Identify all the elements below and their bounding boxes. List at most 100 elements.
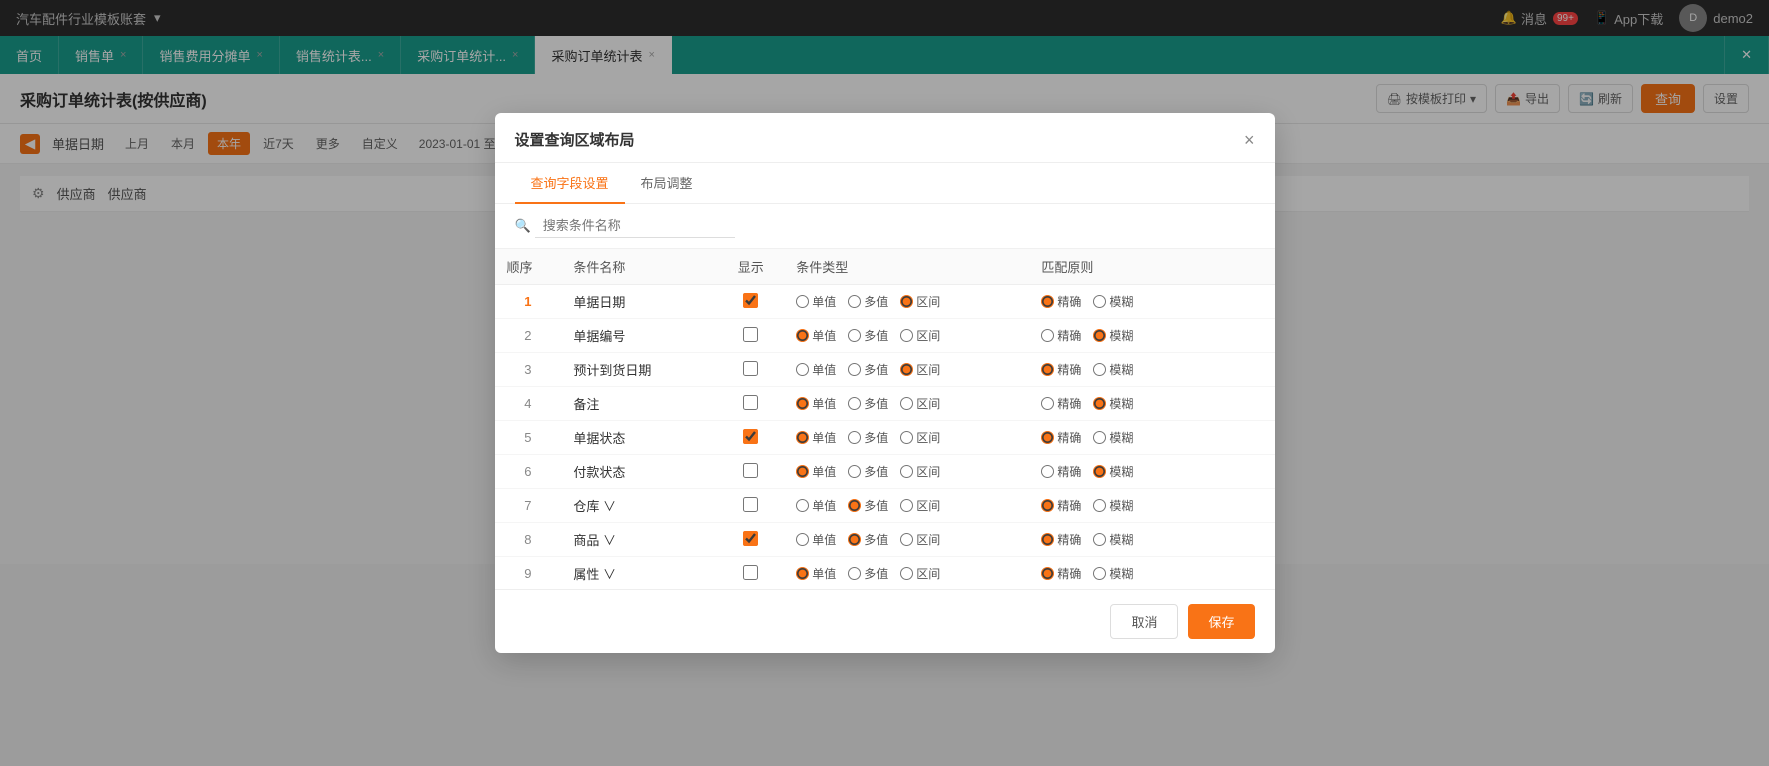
cell-show[interactable] bbox=[717, 421, 784, 455]
match-radio-item[interactable]: 模糊 bbox=[1093, 531, 1133, 548]
match-radio[interactable] bbox=[1041, 465, 1054, 478]
match-radio-item[interactable]: 模糊 bbox=[1093, 565, 1133, 582]
match-radio[interactable] bbox=[1093, 295, 1106, 308]
match-radio[interactable] bbox=[1093, 567, 1106, 580]
match-radio[interactable] bbox=[1041, 329, 1054, 342]
match-radio[interactable] bbox=[1041, 363, 1054, 376]
match-radio[interactable] bbox=[1093, 465, 1106, 478]
show-checkbox[interactable] bbox=[743, 463, 758, 478]
type-radio[interactable] bbox=[848, 465, 861, 478]
cell-show[interactable] bbox=[717, 285, 784, 319]
type-radio[interactable] bbox=[796, 363, 809, 376]
cell-show[interactable] bbox=[717, 489, 784, 523]
match-radio-item[interactable]: 模糊 bbox=[1093, 293, 1133, 310]
match-radio-item[interactable]: 精确 bbox=[1041, 429, 1081, 446]
match-radio[interactable] bbox=[1093, 533, 1106, 546]
type-radio-item[interactable]: 多值 bbox=[848, 361, 888, 378]
type-radio-item[interactable]: 区间 bbox=[900, 531, 940, 548]
type-radio-item[interactable]: 区间 bbox=[900, 293, 940, 310]
match-radio-item[interactable]: 模糊 bbox=[1093, 463, 1133, 480]
match-radio[interactable] bbox=[1093, 363, 1106, 376]
match-radio-item[interactable]: 精确 bbox=[1041, 361, 1081, 378]
type-radio-item[interactable]: 多值 bbox=[848, 327, 888, 344]
match-radio-item[interactable]: 模糊 bbox=[1093, 429, 1133, 446]
type-radio-item[interactable]: 区间 bbox=[900, 395, 940, 412]
match-radio-item[interactable]: 精确 bbox=[1041, 565, 1081, 582]
type-radio-item[interactable]: 单值 bbox=[796, 497, 836, 514]
type-radio-item[interactable]: 单值 bbox=[796, 565, 836, 582]
cell-show[interactable] bbox=[717, 557, 784, 590]
type-radio-item[interactable]: 单值 bbox=[796, 463, 836, 480]
match-radio[interactable] bbox=[1041, 567, 1054, 580]
type-radio[interactable] bbox=[848, 397, 861, 410]
match-radio-item[interactable]: 精确 bbox=[1041, 293, 1081, 310]
match-radio-item[interactable]: 模糊 bbox=[1093, 497, 1133, 514]
match-radio-item[interactable]: 精确 bbox=[1041, 463, 1081, 480]
match-radio-item[interactable]: 模糊 bbox=[1093, 361, 1133, 378]
match-radio[interactable] bbox=[1041, 397, 1054, 410]
type-radio[interactable] bbox=[900, 465, 913, 478]
type-radio-item[interactable]: 单值 bbox=[796, 327, 836, 344]
type-radio-item[interactable]: 单值 bbox=[796, 395, 836, 412]
type-radio[interactable] bbox=[848, 329, 861, 342]
type-radio[interactable] bbox=[900, 363, 913, 376]
show-checkbox[interactable] bbox=[743, 327, 758, 342]
type-radio-item[interactable]: 多值 bbox=[848, 463, 888, 480]
show-checkbox[interactable] bbox=[743, 293, 758, 308]
match-radio-item[interactable]: 模糊 bbox=[1093, 395, 1133, 412]
match-radio[interactable] bbox=[1041, 533, 1054, 546]
type-radio-item[interactable]: 多值 bbox=[848, 565, 888, 582]
match-radio-item[interactable]: 精确 bbox=[1041, 327, 1081, 344]
match-radio[interactable] bbox=[1041, 499, 1054, 512]
show-checkbox[interactable] bbox=[743, 395, 758, 410]
type-radio-item[interactable]: 多值 bbox=[848, 293, 888, 310]
cell-show[interactable] bbox=[717, 387, 784, 421]
type-radio-item[interactable]: 区间 bbox=[900, 565, 940, 582]
match-radio-item[interactable]: 精确 bbox=[1041, 531, 1081, 548]
show-checkbox[interactable] bbox=[743, 497, 758, 512]
match-radio-item[interactable]: 精确 bbox=[1041, 395, 1081, 412]
type-radio-item[interactable]: 多值 bbox=[848, 497, 888, 514]
type-radio[interactable] bbox=[900, 499, 913, 512]
type-radio-item[interactable]: 单值 bbox=[796, 531, 836, 548]
type-radio[interactable] bbox=[796, 295, 809, 308]
type-radio-item[interactable]: 单值 bbox=[796, 361, 836, 378]
type-radio[interactable] bbox=[796, 431, 809, 444]
search-conditions-input[interactable] bbox=[535, 214, 735, 238]
type-radio[interactable] bbox=[848, 567, 861, 580]
cell-show[interactable] bbox=[717, 455, 784, 489]
type-radio-item[interactable]: 区间 bbox=[900, 463, 940, 480]
type-radio[interactable] bbox=[900, 533, 913, 546]
match-radio-item[interactable]: 精确 bbox=[1041, 497, 1081, 514]
type-radio[interactable] bbox=[848, 533, 861, 546]
type-radio[interactable] bbox=[796, 567, 809, 580]
type-radio[interactable] bbox=[900, 329, 913, 342]
cancel-button[interactable]: 取消 bbox=[1110, 604, 1178, 639]
type-radio[interactable] bbox=[848, 363, 861, 376]
modal-close-button[interactable]: × bbox=[1244, 131, 1255, 149]
cell-show[interactable] bbox=[717, 319, 784, 353]
match-radio-item[interactable]: 模糊 bbox=[1093, 327, 1133, 344]
type-radio[interactable] bbox=[796, 499, 809, 512]
type-radio[interactable] bbox=[848, 499, 861, 512]
match-radio[interactable] bbox=[1093, 431, 1106, 444]
type-radio[interactable] bbox=[796, 465, 809, 478]
type-radio[interactable] bbox=[900, 567, 913, 580]
type-radio[interactable] bbox=[796, 533, 809, 546]
type-radio-item[interactable]: 多值 bbox=[848, 429, 888, 446]
tab-layout-adjust[interactable]: 布局调整 bbox=[625, 163, 709, 204]
type-radio-item[interactable]: 区间 bbox=[900, 429, 940, 446]
type-radio[interactable] bbox=[900, 295, 913, 308]
type-radio[interactable] bbox=[900, 431, 913, 444]
type-radio[interactable] bbox=[848, 431, 861, 444]
match-radio[interactable] bbox=[1041, 295, 1054, 308]
type-radio[interactable] bbox=[848, 295, 861, 308]
save-button[interactable]: 保存 bbox=[1188, 604, 1254, 639]
show-checkbox[interactable] bbox=[743, 565, 758, 580]
match-radio[interactable] bbox=[1093, 329, 1106, 342]
show-checkbox[interactable] bbox=[743, 531, 758, 546]
type-radio-item[interactable]: 单值 bbox=[796, 429, 836, 446]
type-radio[interactable] bbox=[796, 397, 809, 410]
cell-show[interactable] bbox=[717, 523, 784, 557]
type-radio-item[interactable]: 区间 bbox=[900, 361, 940, 378]
